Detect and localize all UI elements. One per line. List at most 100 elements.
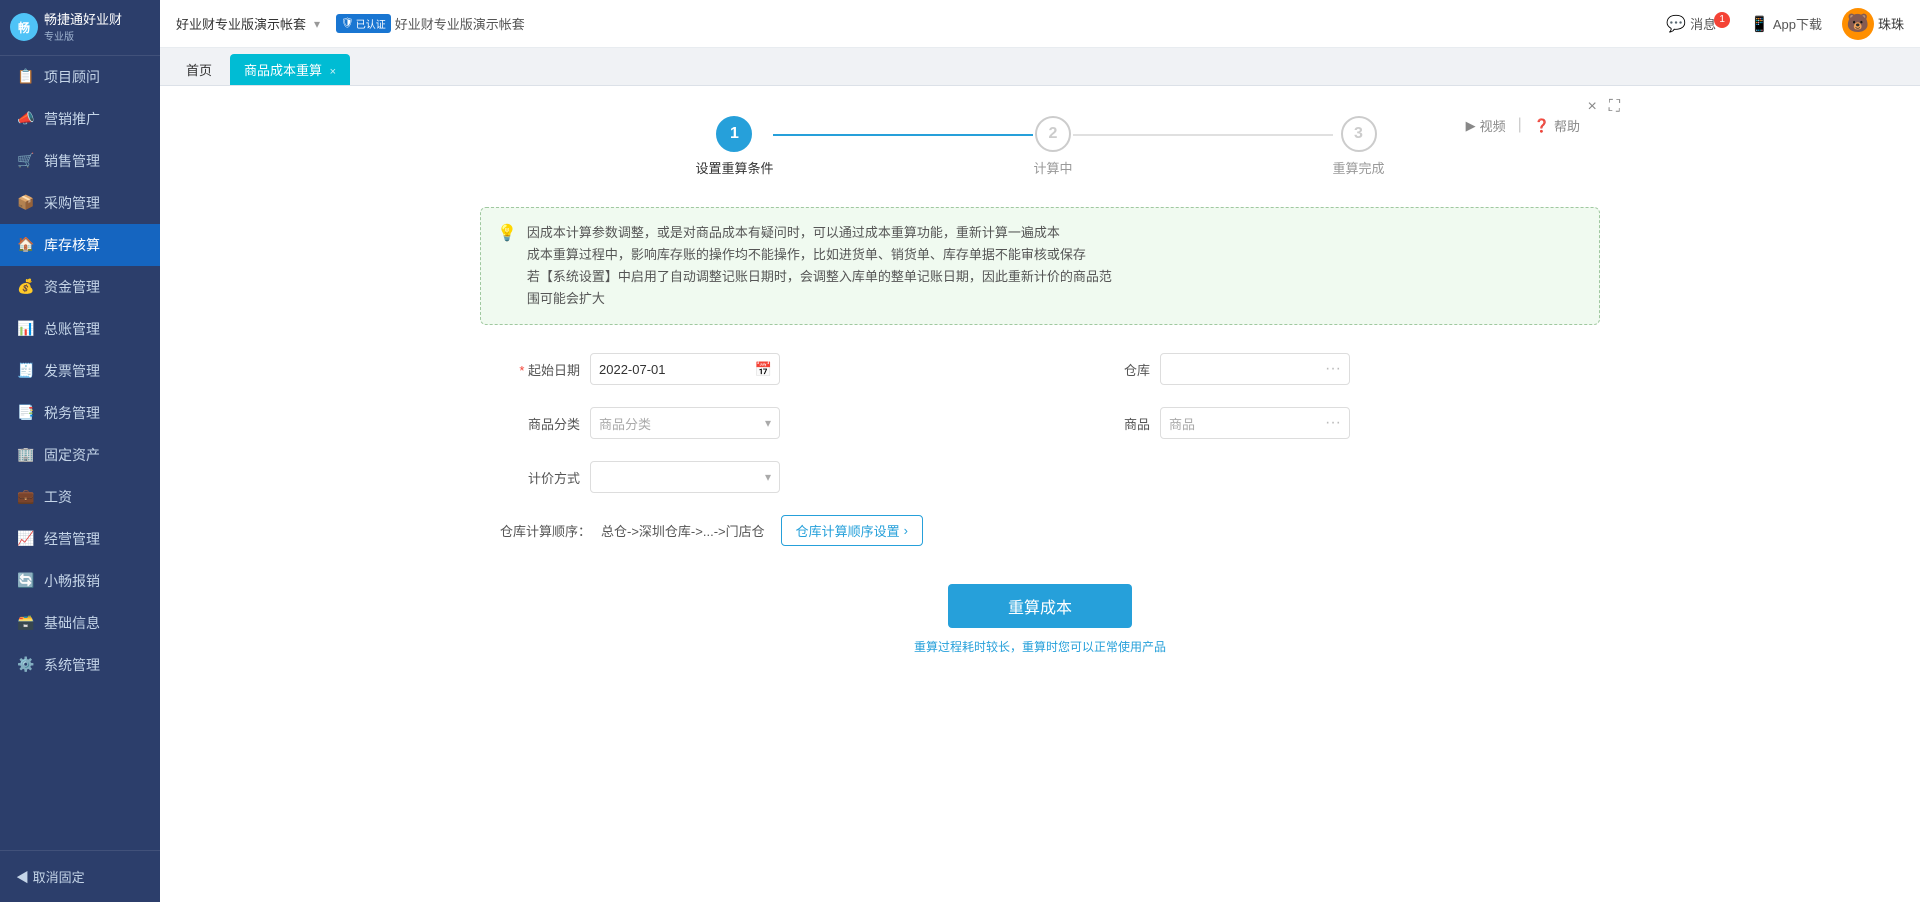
category-dropdown-icon[interactable]: ▾ xyxy=(765,416,771,430)
user-avatar-section[interactable]: 🐻 珠珠 xyxy=(1842,8,1904,40)
step-circle-1: 1 xyxy=(716,116,752,152)
pricing-dropdown-icon[interactable]: ▾ xyxy=(765,470,771,484)
finance-icon: 💰 xyxy=(16,277,36,297)
sidebar-item-assets[interactable]: 🏢 固定资产 xyxy=(0,434,160,476)
warehouse-order-settings-button[interactable]: 仓库计算顺序设置 › xyxy=(781,515,923,546)
sidebar-item-label: 销售管理 xyxy=(44,151,100,171)
sidebar-item-accounting[interactable]: 📊 总账管理 xyxy=(0,308,160,350)
close-button[interactable]: × xyxy=(1587,98,1596,116)
expense-icon: 🔄 xyxy=(16,571,36,591)
corner-buttons: × ⛶ xyxy=(1587,98,1620,116)
sidebar-item-label: 资金管理 xyxy=(44,277,100,297)
sidebar-item-purchase[interactable]: 📦 采购管理 xyxy=(0,182,160,224)
step-label-2: 计算中 xyxy=(1033,158,1072,177)
message-button[interactable]: 💬 消息 1 xyxy=(1666,14,1730,34)
help-links: ▶ 视频 | ❓ 帮助 xyxy=(1466,116,1580,135)
sidebar-item-marketing[interactable]: 📣营销推广 xyxy=(0,98,160,140)
sidebar-item-basic[interactable]: 🗃️ 基础信息 xyxy=(0,602,160,644)
tab-home[interactable]: 首页 xyxy=(172,54,226,85)
topbar: 好业财专业版演示帐套 ▾ 🛡 已认证 好业财专业版演示帐套 💬 消息 1 📱 A… xyxy=(160,0,1920,48)
tab-recalc[interactable]: 商品成本重算 × xyxy=(230,54,350,85)
notification-badge: 1 xyxy=(1714,12,1730,28)
main-area: 好业财专业版演示帐套 ▾ 🛡 已认证 好业财专业版演示帐套 💬 消息 1 📱 A… xyxy=(160,0,1920,902)
recalc-button[interactable]: 重算成本 xyxy=(948,584,1132,628)
video-link[interactable]: ▶ 视频 xyxy=(1466,116,1506,135)
bulb-icon: 💡 xyxy=(497,223,517,310)
info-text: 因成本计算参数调整，或是对商品成本有疑问时，可以通过成本重算功能，重新计算一遍成… xyxy=(527,222,1112,310)
step-circle-3: 3 xyxy=(1341,116,1377,152)
sidebar-item-label: 采购管理 xyxy=(44,193,100,213)
sidebar-item-operation[interactable]: 📈 经营管理 xyxy=(0,518,160,560)
warehouse-dots-icon[interactable]: ··· xyxy=(1325,360,1341,378)
warehouse-order-label: 仓库计算顺序： xyxy=(500,521,591,540)
sidebar-item-label: 固定资产 xyxy=(44,445,100,465)
salary-icon: 💼 xyxy=(16,487,36,507)
logo-text: 畅捷通好业财 专业版 xyxy=(44,12,122,43)
invoice-icon: 🧾 xyxy=(16,361,36,381)
purchase-icon: 📦 xyxy=(16,193,36,213)
logo-icon: 畅 xyxy=(10,13,38,41)
pricing-label: 计价方式 xyxy=(500,468,580,487)
unpin-button[interactable]: ◀ 取消固定 xyxy=(0,859,160,894)
sidebar-item-label: 系统管理 xyxy=(44,655,100,675)
basic-icon: 🗃️ xyxy=(16,613,36,633)
sidebar-item-system[interactable]: ⚙️系统管理 xyxy=(0,644,160,686)
sidebar-item-label: 营销推广 xyxy=(44,109,100,129)
category-placeholder: 商品分类 xyxy=(599,414,651,433)
product-dots-icon[interactable]: ··· xyxy=(1325,414,1341,432)
sidebar-item-label: 经营管理 xyxy=(44,529,100,549)
verified-badge: 🛡 已认证 xyxy=(336,14,391,33)
warehouse-order-row: 仓库计算顺序： 总仓->深圳仓库->...->门店仓 仓库计算顺序设置 › xyxy=(500,515,1580,546)
sidebar-item-label: 库存核算 xyxy=(44,235,100,255)
step-circle-2: 2 xyxy=(1035,116,1071,152)
sidebar-item-label: 小畅报销 xyxy=(44,571,100,591)
sidebar-item-tax[interactable]: 📑税务管理 xyxy=(0,392,160,434)
sidebar-item-invoice[interactable]: 🧾发票管理 xyxy=(0,350,160,392)
warehouse-order-value: 总仓->深圳仓库->...->门店仓 xyxy=(601,521,765,540)
expand-button[interactable]: ⛶ xyxy=(1609,98,1620,116)
product-select[interactable]: 商品 ··· xyxy=(1160,407,1350,439)
chevron-right-icon: › xyxy=(904,523,908,538)
warehouse-select[interactable]: ··· xyxy=(1160,353,1350,385)
sidebar-item-finance[interactable]: 💰 资金管理 xyxy=(0,266,160,308)
form-section: 起始日期 📅 仓库 ··· xyxy=(480,353,1600,546)
pricing-select[interactable]: ▾ xyxy=(590,461,780,493)
category-select[interactable]: 商品分类 ▾ xyxy=(590,407,780,439)
sidebar-item-project[interactable]: 📋 项目顾问 xyxy=(0,56,160,98)
avatar: 🐻 xyxy=(1842,8,1874,40)
recalc-section: 重算成本 重算过程耗时较长，重算时您可以正常使用产品 xyxy=(480,574,1600,661)
sidebar-item-sales[interactable]: 🛒 销售管理 xyxy=(0,140,160,182)
topbar-right: 💬 消息 1 📱 App下载 🐻 珠珠 xyxy=(1666,8,1904,40)
form-row-1: 起始日期 📅 仓库 ··· xyxy=(500,353,1580,385)
sidebar-item-label: 总账管理 xyxy=(44,319,100,339)
calendar-icon[interactable]: 📅 xyxy=(755,361,772,378)
sales-icon: 🛒 xyxy=(16,151,36,171)
tab-close-icon[interactable]: × xyxy=(330,66,336,78)
sidebar-item-salary[interactable]: 💼 工资 xyxy=(0,476,160,518)
project-icon: 📋 xyxy=(16,67,36,87)
step-2: 2 计算中 xyxy=(1033,116,1072,177)
account-dropdown-icon[interactable]: ▾ xyxy=(314,17,320,31)
account-selector[interactable]: 好业财专业版演示帐套 ▾ xyxy=(176,14,320,33)
accounting-icon: 📊 xyxy=(16,319,36,339)
warehouse-group: 仓库 ··· xyxy=(1070,353,1580,385)
sidebar-item-inventory[interactable]: 🏠库存核算 xyxy=(0,224,160,266)
sidebar-item-label: 基础信息 xyxy=(44,613,100,633)
step-label-3: 重算完成 xyxy=(1333,158,1385,177)
sidebar-item-label: 工资 xyxy=(44,487,72,507)
help-link[interactable]: ❓ 帮助 xyxy=(1534,116,1580,135)
stepper: 1 设置重算条件 2 计算中 3 重算完成 xyxy=(480,116,1600,177)
app-download-button[interactable]: 📱 App下载 xyxy=(1750,14,1822,33)
sidebar-item-label: 项目顾问 xyxy=(44,67,100,87)
start-date-input[interactable] xyxy=(590,353,780,385)
sidebar: 畅 畅捷通好业财 专业版 📋 项目顾问 📣营销推广 🛒 销售管理 📦 采购管理 🏠库存核算 💰 资… xyxy=(0,0,160,902)
category-label: 商品分类 xyxy=(500,414,580,433)
product-label: 商品 xyxy=(1070,414,1150,433)
sidebar-item-expense[interactable]: 🔄 小畅报销 xyxy=(0,560,160,602)
assets-icon: 🏢 xyxy=(16,445,36,465)
verified-section: 🛡 已认证 好业财专业版演示帐套 xyxy=(336,14,525,33)
operation-icon: 📈 xyxy=(16,529,36,549)
message-icon: 💬 xyxy=(1666,14,1686,34)
start-date-input-wrapper: 📅 xyxy=(590,353,780,385)
shield-icon: 🛡 xyxy=(341,18,354,29)
